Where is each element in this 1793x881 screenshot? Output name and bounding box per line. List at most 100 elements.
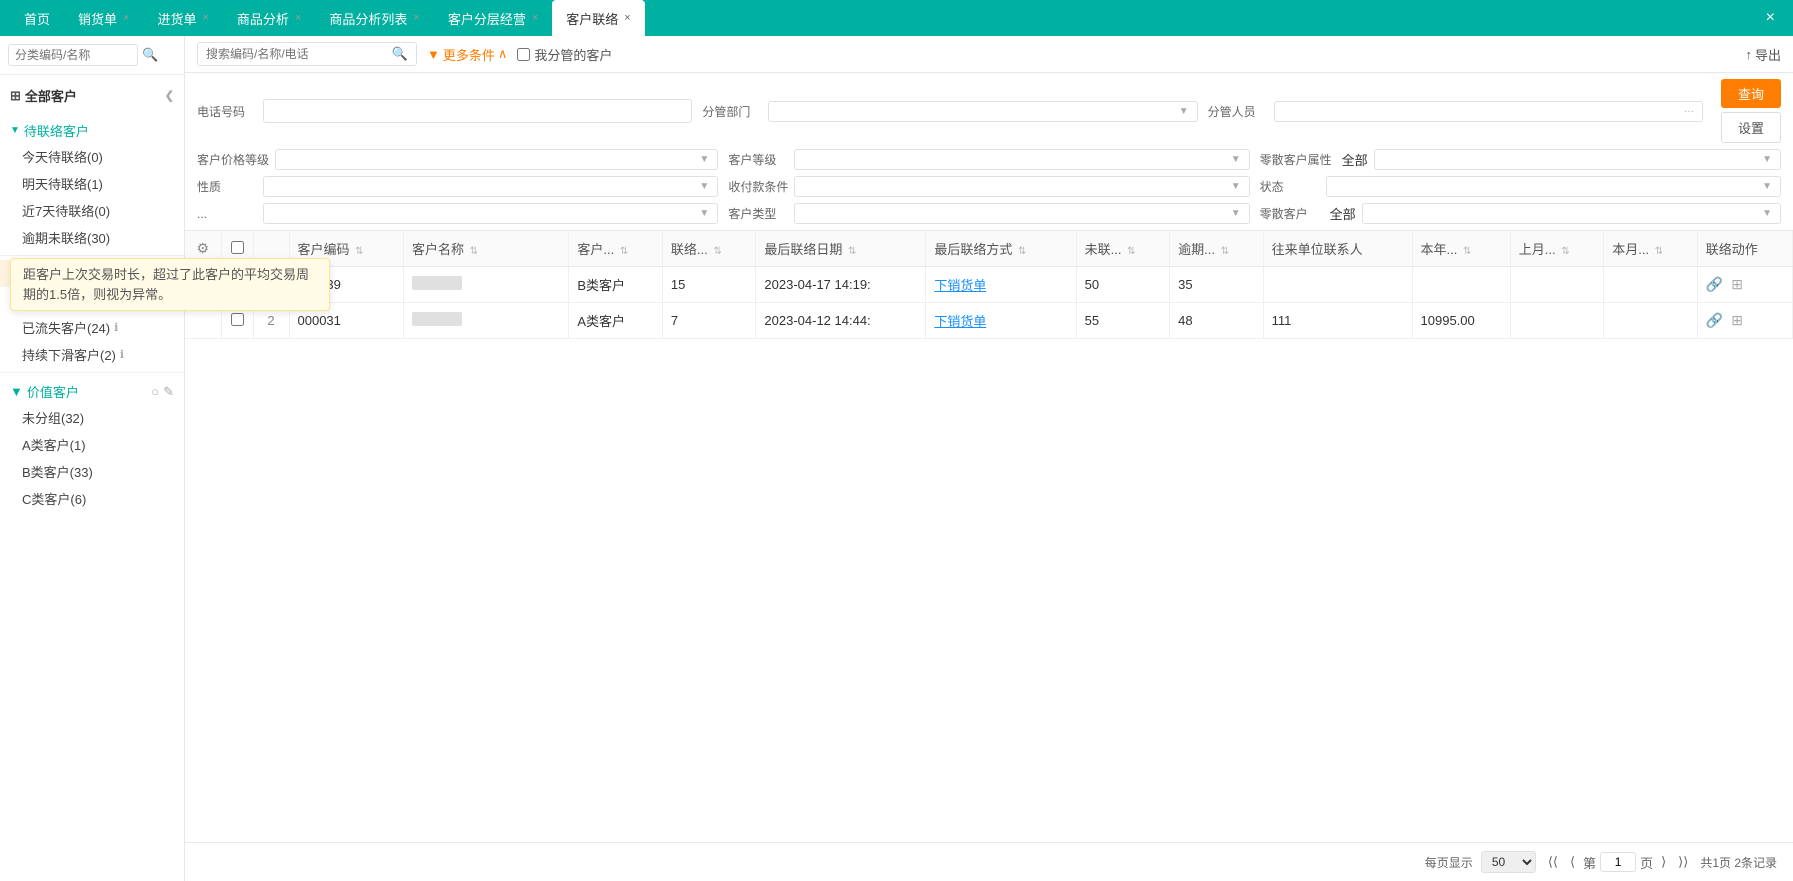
sidebar-search-area: 🔍 bbox=[0, 36, 184, 75]
filter-customer-type: 客户类型 ▼ bbox=[728, 203, 1249, 224]
nav-product-analysis[interactable]: 商品分析 × bbox=[223, 0, 315, 36]
page-number-input[interactable] bbox=[1600, 852, 1636, 872]
close-purchase-order[interactable]: × bbox=[202, 12, 208, 24]
per-page-select[interactable]: 50 100 bbox=[1481, 851, 1536, 873]
td-category: B类客户 bbox=[569, 267, 663, 303]
nav-customer-contact[interactable]: 客户联络 × bbox=[552, 0, 644, 36]
sort-cat-icon[interactable]: ⇅ bbox=[620, 246, 628, 257]
sort-year-icon[interactable]: ⇅ bbox=[1463, 246, 1471, 257]
sort-contact-icon[interactable]: ⇅ bbox=[713, 246, 721, 257]
action-grid-icon[interactable]: ⊞ bbox=[1731, 312, 1743, 329]
sidebar-today-pending[interactable]: 今天待联络(0) bbox=[0, 143, 184, 170]
sidebar-search-input[interactable] bbox=[8, 44, 138, 66]
content-area: 🔍 ▼ 更多条件 ∧ 我分管的客户 ↑ 导出 电话号码 bbox=[185, 36, 1793, 881]
sidebar-unclassified[interactable]: 未分组(32) bbox=[0, 404, 184, 431]
sidebar-all-customers-header[interactable]: ⊞ 全部客户 ❮ bbox=[0, 81, 184, 110]
more-conditions-btn[interactable]: ▼ 更多条件 ∧ bbox=[427, 45, 507, 64]
contact-method-link[interactable]: 下销货单 bbox=[934, 314, 986, 329]
row-checkbox[interactable] bbox=[231, 313, 244, 326]
retail-customer-select[interactable]: ▼ bbox=[1362, 203, 1781, 224]
page-nav: ⟨⟨ ⟨ 第 页 ⟩ ⟩⟩ bbox=[1544, 852, 1693, 872]
sort-name-icon[interactable]: ⇅ bbox=[470, 246, 478, 257]
sort-lastmonth-icon[interactable]: ⇅ bbox=[1561, 246, 1569, 257]
nav-purchase-order[interactable]: 进货单 × bbox=[143, 0, 222, 36]
first-page-btn[interactable]: ⟨⟨ bbox=[1544, 854, 1562, 870]
filter-dots: ... ▼ bbox=[197, 203, 718, 224]
td-last-contact-date: 2023-04-17 14:19: bbox=[756, 267, 926, 303]
payment-select[interactable]: ▼ bbox=[794, 176, 1249, 197]
phone-input[interactable] bbox=[263, 99, 692, 123]
sidebar-c-class[interactable]: C类客户(6) bbox=[0, 485, 184, 512]
sidebar-lost-customers[interactable]: 已流失客户(24) ℹ bbox=[0, 314, 184, 341]
close-product-analysis[interactable]: × bbox=[295, 12, 301, 24]
caret-icon: ∧ bbox=[498, 46, 508, 62]
sort-overdue-icon[interactable]: ⇅ bbox=[1221, 246, 1229, 257]
filter-payment: 收付款条件 ▼ bbox=[728, 176, 1249, 197]
main-search-input[interactable] bbox=[206, 47, 392, 61]
dots-select[interactable]: ▼ bbox=[263, 203, 718, 224]
close-customer-segment[interactable]: × bbox=[532, 12, 538, 24]
nav-customer-segment[interactable]: 客户分层经营 × bbox=[434, 0, 552, 36]
manager-select[interactable]: ··· bbox=[1274, 101, 1703, 122]
last-page-btn[interactable]: ⟩⟩ bbox=[1674, 854, 1692, 870]
collapse-icon: ❮ bbox=[165, 89, 174, 102]
sidebar-overdue-pending[interactable]: 逾期未联络(30) bbox=[0, 224, 184, 251]
action-link-icon[interactable]: 🔗 bbox=[1706, 312, 1723, 329]
export-button[interactable]: ↑ 导出 bbox=[1745, 45, 1781, 64]
close-customer-contact[interactable]: × bbox=[624, 12, 630, 24]
sidebar-a-class[interactable]: A类客户(1) bbox=[0, 431, 184, 458]
td-name bbox=[403, 267, 568, 303]
sidebar-search-icon[interactable]: 🔍 bbox=[142, 47, 158, 63]
retail-attr-select[interactable]: ▼ bbox=[1374, 149, 1781, 170]
sidebar-b-class[interactable]: B类客户(33) bbox=[0, 458, 184, 485]
contact-method-link[interactable]: 下销货单 bbox=[934, 278, 986, 293]
status-select[interactable]: ▼ bbox=[1326, 176, 1781, 197]
gender-select[interactable]: ▼ bbox=[263, 176, 718, 197]
table-body: 1 000039 B类客户 15 2023-04-17 14:19: 下销货单 … bbox=[185, 267, 1793, 339]
dept-select[interactable]: ▼ bbox=[768, 101, 1197, 122]
sort-unread-icon[interactable]: ⇅ bbox=[1127, 246, 1135, 257]
action-link-icon[interactable]: 🔗 bbox=[1706, 276, 1723, 293]
select-all-checkbox[interactable] bbox=[231, 241, 244, 254]
sort-thismonth-icon[interactable]: ⇅ bbox=[1655, 246, 1663, 257]
value-group-edit1[interactable]: ○ bbox=[151, 384, 159, 400]
value-group-edit2[interactable]: ✎ bbox=[163, 384, 174, 400]
close-sales-order[interactable]: × bbox=[123, 12, 129, 24]
main-search-icon[interactable]: 🔍 bbox=[392, 46, 408, 62]
td-action: 🔗 ⊞ bbox=[1697, 267, 1792, 303]
td-this-month bbox=[1604, 267, 1698, 303]
sidebar-7days-pending[interactable]: 近7天待联络(0) bbox=[0, 197, 184, 224]
sort-date-icon[interactable]: ⇅ bbox=[848, 246, 856, 257]
sidebar-declining-customers[interactable]: 持续下滑客户(2) ℹ bbox=[0, 341, 184, 368]
sidebar-value-group[interactable]: ▼ 价值客户 ○ ✎ bbox=[0, 377, 184, 404]
sort-code-icon[interactable]: ⇅ bbox=[355, 246, 363, 257]
price-level-select[interactable]: ▼ bbox=[275, 149, 718, 170]
td-last-contact-method[interactable]: 下销货单 bbox=[926, 303, 1076, 339]
action-grid-icon[interactable]: ⊞ bbox=[1731, 276, 1743, 293]
prev-page-btn[interactable]: ⟨ bbox=[1566, 854, 1579, 870]
lost-info: ℹ bbox=[114, 321, 118, 334]
filter-phone: 电话号码 bbox=[197, 99, 692, 123]
my-customers-check[interactable] bbox=[517, 48, 530, 61]
td-category: A类客户 bbox=[569, 303, 663, 339]
nav-sales-order[interactable]: 销货单 × bbox=[64, 0, 143, 36]
customer-level-select[interactable]: ▼ bbox=[794, 149, 1249, 170]
query-button[interactable]: 查询 bbox=[1721, 79, 1781, 108]
td-this-month bbox=[1604, 303, 1698, 339]
sort-method-icon[interactable]: ⇅ bbox=[1018, 246, 1026, 257]
settings-button[interactable]: 设置 bbox=[1721, 112, 1781, 143]
next-page-btn[interactable]: ⟩ bbox=[1657, 854, 1670, 870]
sidebar-tomorrow-pending[interactable]: 明天待联络(1) bbox=[0, 170, 184, 197]
td-last-contact-method[interactable]: 下销货单 bbox=[926, 267, 1076, 303]
customer-type-select[interactable]: ▼ bbox=[794, 203, 1249, 224]
close-all-tabs[interactable]: × bbox=[1758, 9, 1783, 27]
close-product-analysis-list[interactable]: × bbox=[413, 12, 419, 24]
my-customers-checkbox[interactable]: 我分管的客户 bbox=[517, 45, 612, 64]
td-last-month bbox=[1510, 303, 1604, 339]
sidebar-pending-group[interactable]: ▼ 待联络客户 bbox=[0, 116, 184, 143]
nav-home[interactable]: 首页 bbox=[10, 0, 64, 36]
td-last-contact-date: 2023-04-12 14:44: bbox=[756, 303, 926, 339]
gear-icon[interactable]: ⚙ bbox=[196, 240, 209, 256]
nav-product-analysis-list[interactable]: 商品分析列表 × bbox=[315, 0, 433, 36]
customer-table: ⚙ 客户编码 ⇅ 客户名称 ⇅ bbox=[185, 231, 1793, 339]
